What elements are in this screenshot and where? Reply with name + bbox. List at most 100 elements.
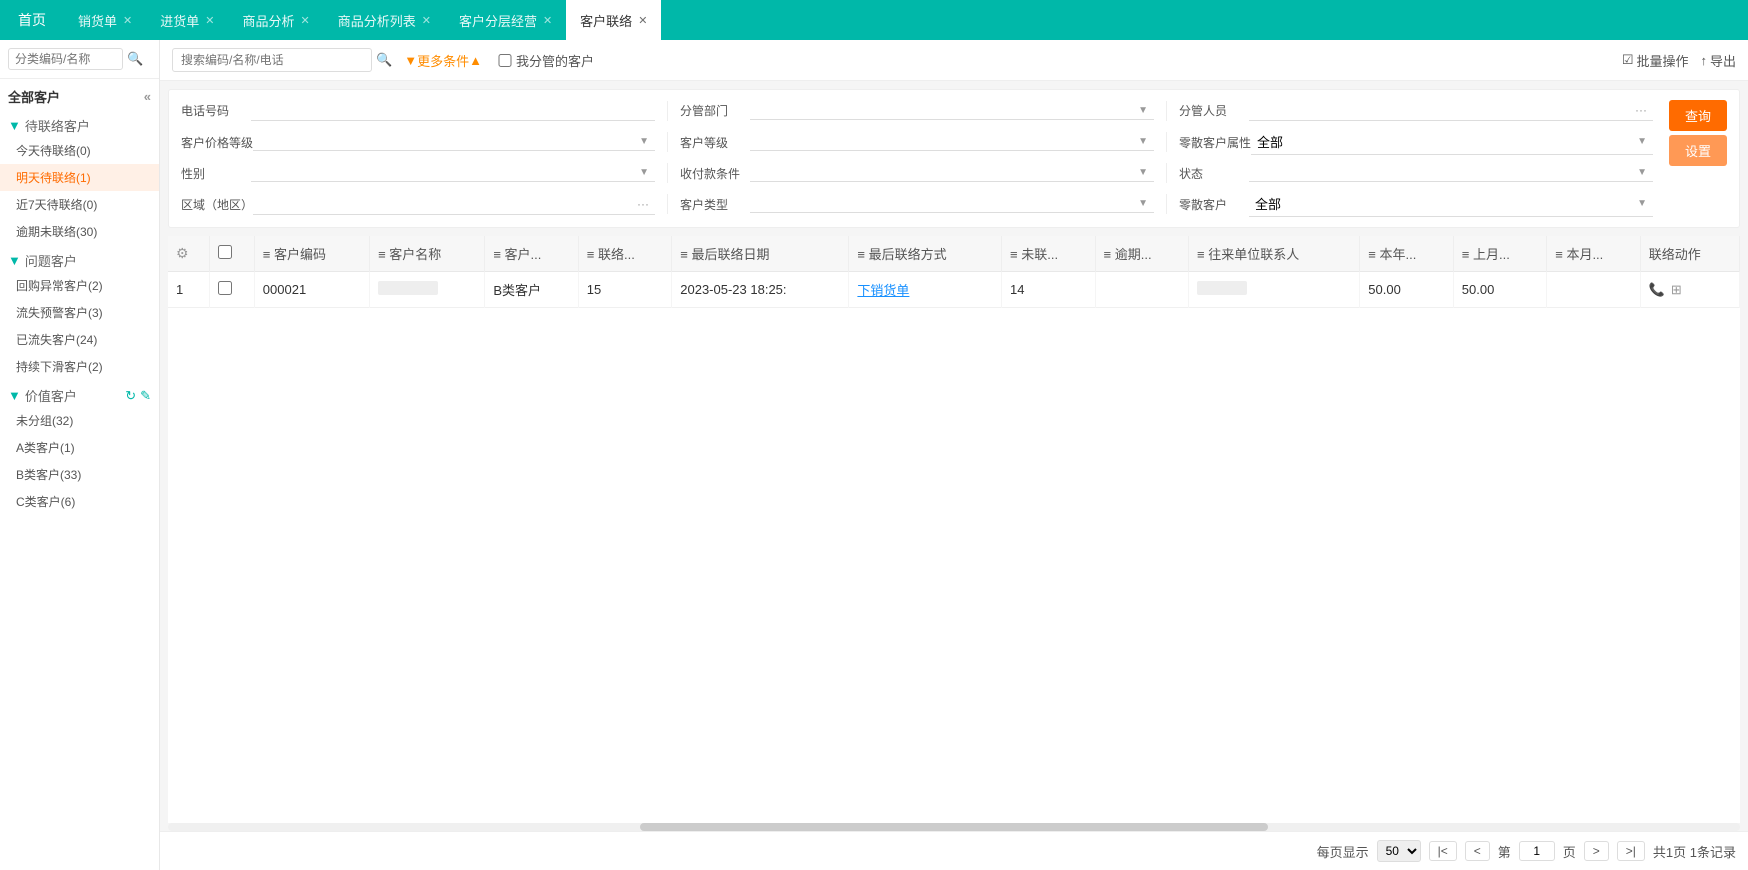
person-more-icon: ···: [1635, 103, 1647, 117]
divider2: [1166, 101, 1167, 121]
set-button[interactable]: 设置: [1669, 135, 1727, 166]
filter-customer-type-select[interactable]: ▼: [750, 195, 1154, 213]
col-no-contact: ≡ 未联...: [1002, 236, 1095, 272]
next-page-btn[interactable]: >: [1584, 841, 1609, 861]
row-last-contact-method[interactable]: 下销货单: [849, 272, 1002, 308]
filter-up-icon: ▲: [469, 53, 482, 68]
sidebar-item-today-contact[interactable]: 今天待联络(0): [0, 137, 159, 164]
sidebar-search-area: 🔍: [0, 40, 159, 79]
row-last-month: 50.00: [1453, 272, 1546, 308]
scrollbar-thumb[interactable]: [640, 823, 1269, 831]
batch-ops-btn[interactable]: ☑ 批量操作: [1622, 51, 1689, 70]
divider1: [667, 101, 668, 121]
col-contact-count: ≡ 联络...: [578, 236, 671, 272]
last-page-btn[interactable]: >|: [1617, 841, 1645, 861]
edit-value-icon[interactable]: ✎: [140, 388, 151, 404]
checkbox-icon: ☑: [1622, 52, 1634, 68]
close-customer-tier-tab[interactable]: ✕: [543, 14, 552, 27]
filter-panel: 电话号码 分管部门 ▼ 分管人员: [168, 89, 1740, 228]
filter-customer-level-select[interactable]: ▼: [750, 133, 1154, 151]
filter-gender-field: 性别 ▼: [181, 164, 655, 182]
col-gear: ⚙: [168, 236, 210, 272]
nav-home[interactable]: 首页: [0, 0, 64, 40]
search-icon[interactable]: 🔍: [376, 52, 392, 68]
sidebar-item-overdue-contact[interactable]: 逾期未联络(30): [0, 218, 159, 245]
export-icon: ↑: [1700, 53, 1707, 68]
filter-price-level-field: 客户价格等级 ▼: [181, 133, 655, 151]
gender-dropdown-icon: ▼: [639, 167, 649, 178]
close-sales-tab[interactable]: ✕: [123, 14, 132, 27]
filter-status-select[interactable]: ▼: [1249, 164, 1653, 182]
filter-dept-select[interactable]: ▼: [750, 102, 1154, 120]
main-content: 🔍 ▼ 更多条件 ▲ 我分管的客户 ☑ 批量操作 ↑ 导出: [160, 40, 1748, 870]
refresh-icon[interactable]: ↻: [125, 388, 136, 404]
filter-region-select[interactable]: ···: [253, 194, 655, 215]
nav-tab-product-list[interactable]: 商品分析列表 ✕: [324, 0, 445, 40]
divider8: [1166, 194, 1167, 214]
grid-action-icon[interactable]: ⊞: [1671, 282, 1682, 298]
prev-page-btn[interactable]: <: [1465, 841, 1490, 861]
sidebar-item-churn-warning[interactable]: 流失预警客户(3): [0, 299, 159, 326]
search-input[interactable]: [172, 48, 372, 72]
sidebar-collapse-icon[interactable]: «: [144, 89, 151, 104]
app-container: 🔍 全部客户 « ▼ 待联络客户 今天待联络(0) 明天待联络(1) 近7天待联…: [0, 40, 1748, 870]
my-customer-checkbox-area[interactable]: 我分管的客户: [498, 51, 594, 70]
first-page-btn[interactable]: |<: [1429, 841, 1457, 861]
filter-payment-select[interactable]: ▼: [750, 164, 1154, 182]
all-customers-header: 全部客户 «: [0, 79, 159, 110]
sidebar-search-icon[interactable]: 🔍: [127, 51, 143, 67]
filter-person-select[interactable]: ···: [1249, 100, 1653, 121]
filter-phone-input[interactable]: [251, 100, 655, 121]
filter-retail-attr-select[interactable]: 全部 ▼: [1251, 129, 1653, 155]
page-size-select[interactable]: 50: [1377, 840, 1421, 862]
filter-gender-select[interactable]: ▼: [251, 164, 655, 182]
row-last-contact-date: 2023-05-23 18:25:: [672, 272, 849, 308]
last-contact-link[interactable]: 下销货单: [857, 283, 909, 298]
sidebar-item-declining-customers[interactable]: 持续下滑客户(2): [0, 353, 159, 380]
nav-tab-purchase[interactable]: 进货单 ✕: [146, 0, 228, 40]
sidebar-search-input[interactable]: [8, 48, 123, 70]
col-last-contact-date: ≡ 最后联络日期: [672, 236, 849, 272]
row-select-checkbox[interactable]: [218, 281, 232, 295]
nav-tab-sales[interactable]: 销货单 ✕: [64, 0, 146, 40]
filter-btn[interactable]: ▼ 更多条件 ▲: [404, 51, 482, 70]
horizontal-scrollbar[interactable]: [168, 823, 1740, 831]
row-overdue: [1095, 272, 1188, 308]
sidebar-item-repurchase-abnormal[interactable]: 回购异常客户(2): [0, 272, 159, 299]
row-code: 000021: [254, 272, 369, 308]
sidebar-item-7days-contact[interactable]: 近7天待联络(0): [0, 191, 159, 218]
nav-tab-customer-tier[interactable]: 客户分层经营 ✕: [445, 0, 566, 40]
sidebar-item-ungrouped[interactable]: 未分组(32): [0, 407, 159, 434]
dept-dropdown-icon: ▼: [1138, 105, 1148, 116]
select-all-checkbox[interactable]: [218, 245, 232, 259]
nav-tab-customer-contact[interactable]: 客户联络 ✕: [566, 0, 661, 40]
my-customer-checkbox[interactable]: [498, 54, 512, 67]
pending-arrow-icon: ▼: [8, 118, 21, 133]
query-button[interactable]: 查询: [1669, 100, 1727, 131]
row-name: [370, 272, 485, 308]
page-number-input[interactable]: [1519, 841, 1555, 861]
row-action: 📞 ⊞: [1640, 272, 1739, 308]
nav-tab-product-analysis[interactable]: 商品分析 ✕: [228, 0, 323, 40]
customer-table: ⚙ ≡ 客户编码 ≡ 客户名称 ≡ 客户... ≡ 联络... ≡ 最后联络日期…: [168, 236, 1740, 308]
phone-action-icon[interactable]: 📞: [1649, 282, 1665, 298]
close-product-analysis-tab[interactable]: ✕: [300, 14, 309, 27]
row-this-year: 50.00: [1360, 272, 1453, 308]
customer-type-dropdown-icon: ▼: [1138, 198, 1148, 209]
filter-phone-field: 电话号码: [181, 100, 655, 121]
filter-retail-customer-select[interactable]: 全部 ▼: [1249, 191, 1653, 217]
export-btn[interactable]: ↑ 导出: [1700, 51, 1736, 70]
settings-icon[interactable]: ⚙: [176, 245, 189, 261]
close-customer-contact-tab[interactable]: ✕: [638, 14, 647, 27]
sidebar-item-lost-customers[interactable]: 已流失客户(24): [0, 326, 159, 353]
filter-region-field: 区域（地区） ···: [181, 194, 655, 215]
close-product-list-tab[interactable]: ✕: [422, 14, 431, 27]
row-name-masked: [378, 281, 438, 295]
row-index: 1: [168, 272, 210, 308]
sidebar-item-c-customers[interactable]: C类客户(6): [0, 488, 159, 515]
sidebar-item-b-customers[interactable]: B类客户(33): [0, 461, 159, 488]
filter-price-level-select[interactable]: ▼: [253, 133, 655, 151]
sidebar-item-tomorrow-contact[interactable]: 明天待联络(1): [0, 164, 159, 191]
close-purchase-tab[interactable]: ✕: [205, 14, 214, 27]
sidebar-item-a-customers[interactable]: A类客户(1): [0, 434, 159, 461]
